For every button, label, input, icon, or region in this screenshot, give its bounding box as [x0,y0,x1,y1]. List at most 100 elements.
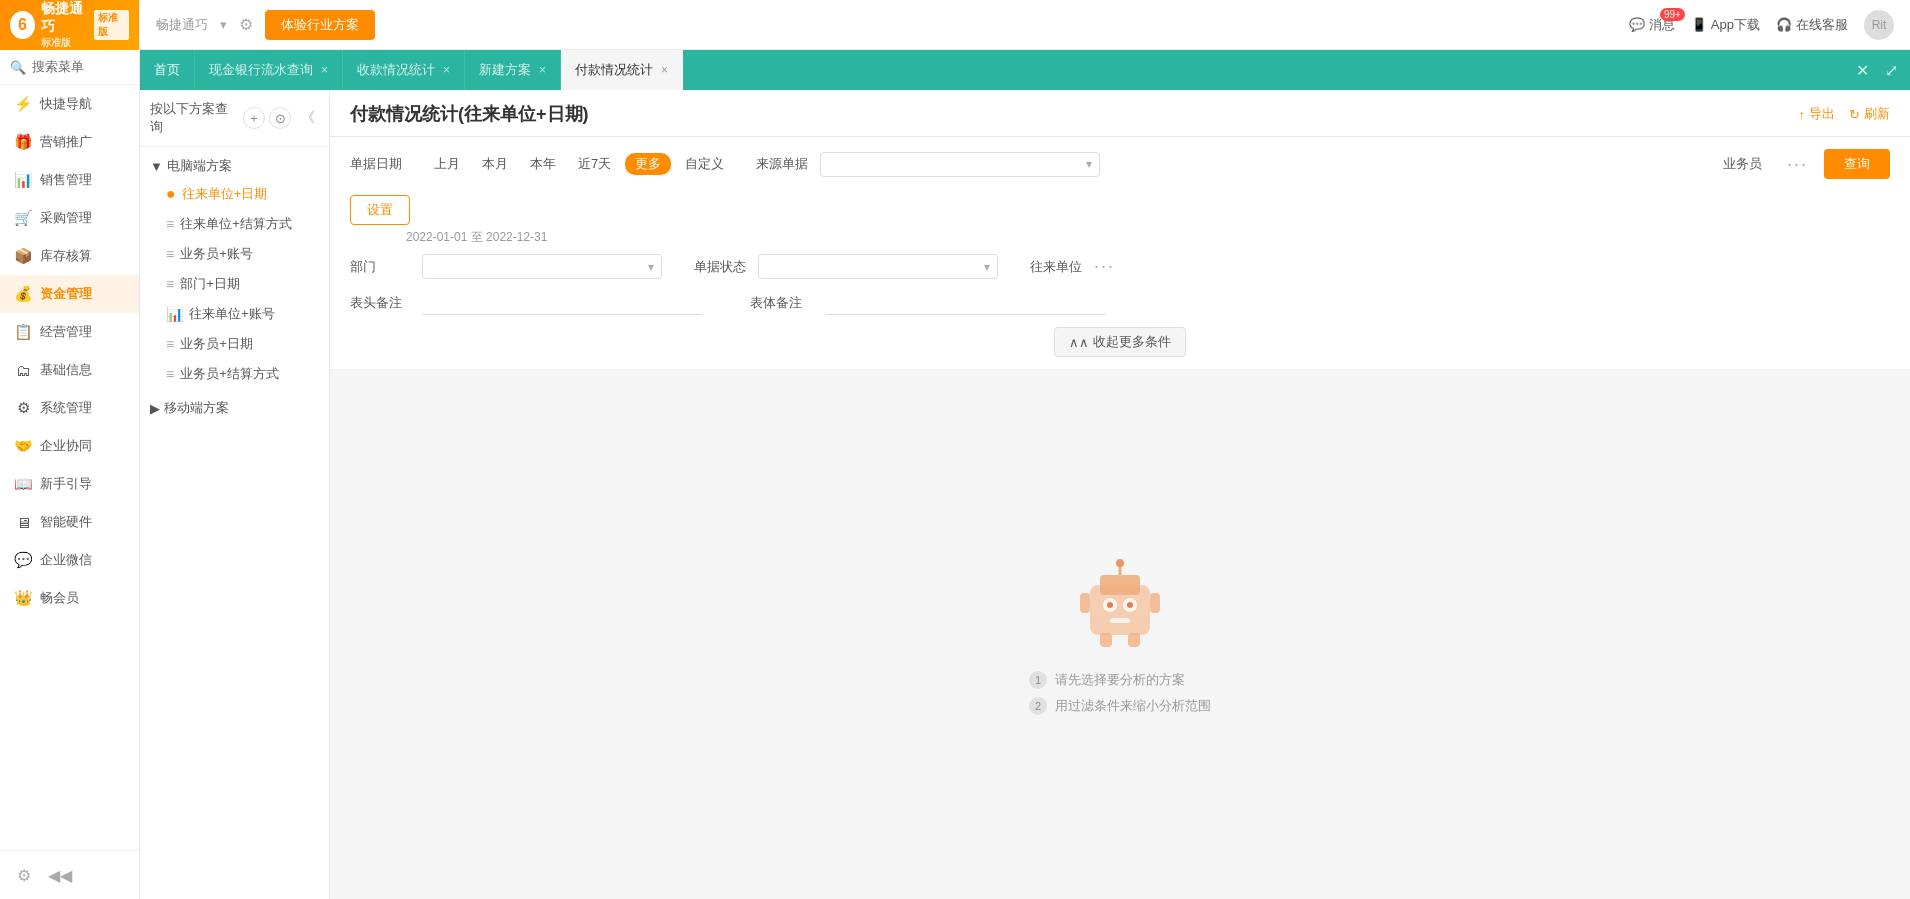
svg-point-12 [1116,559,1124,567]
sidebar-item-hardware[interactable]: 🖥 智能硬件 [0,503,139,541]
sidebar-search[interactable]: 🔍 搜索菜单 [0,50,139,85]
sidebar-item-purchase[interactable]: 🛒 采购管理 [0,199,139,237]
topbar-avatar[interactable]: Rit [1864,10,1894,40]
scheme-mobile-group[interactable]: ▶ 移动端方案 [140,395,329,421]
tip-num-1: 1 [1029,671,1047,689]
tab-payment-stats-close[interactable]: × [661,63,668,77]
scheme-item-salesman-account[interactable]: ≡ 业务员+账号 [140,239,329,269]
date-opt-more[interactable]: 更多 [625,153,671,175]
sidebar-item-label: 销售管理 [40,171,92,189]
trial-btn[interactable]: 体验行业方案 [265,10,375,40]
scheme-item-label: 业务员+账号 [180,245,253,263]
filter-table-body-note: 表体备注 [750,294,802,312]
sidebar-item-basic[interactable]: 🗂 基础信息 [0,351,139,389]
tab-bank-flow[interactable]: 现金银行流水查询 × [195,50,343,90]
chevron-right-icon: ▶ [150,401,160,416]
topbar-app-download[interactable]: 📱 App下载 [1691,16,1760,34]
scheme-add-icon[interactable]: + [243,107,265,129]
tab-receipt-stats[interactable]: 收款情况统计 × [343,50,465,90]
table-body-note-input[interactable] [826,291,1106,315]
sidebar-item-sales[interactable]: 📊 销售管理 [0,161,139,199]
scheme-item-label: 往来单位+结算方式 [180,215,292,233]
query-button[interactable]: 查询 [1824,149,1890,179]
filter-salesman: 业务员 ··· [1723,154,1808,175]
refresh-btn[interactable]: ↻ 刷新 [1849,105,1890,123]
sidebar-item-enterprise[interactable]: 🤝 企业协同 [0,427,139,465]
sidebar-item-wechat[interactable]: 💬 企业微信 [0,541,139,579]
scheme-item-counterparty-settle[interactable]: ≡ 往来单位+结算方式 [140,209,329,239]
sidebar-item-finance[interactable]: 💰 资金管理 [0,275,139,313]
sidebar-item-operation[interactable]: 📋 经营管理 [0,313,139,351]
counterparty-dots[interactable]: ··· [1094,256,1115,277]
page-header: 付款情况统计(往来单位+日期) ↑ 导出 ↻ 刷新 [330,90,1910,137]
tabbar: 首页 现金银行流水查询 × 收款情况统计 × 新建方案 × 付款情况统计 × ✕… [140,50,1910,90]
sidebar-item-quick-nav[interactable]: ⚡ 快捷导航 [0,85,139,123]
topbar-message[interactable]: 💬 消息 99+ [1629,16,1675,34]
scheme-collapse-btn[interactable]: 《 [297,107,319,129]
sidebar-item-system[interactable]: ⚙ 系统管理 [0,389,139,427]
empty-tip-2: 2 用过滤条件来缩小分析范围 [1029,697,1211,715]
scheme-item-dept-date[interactable]: ≡ 部门+日期 [140,269,329,299]
tab-new-scheme-close[interactable]: × [539,63,546,77]
scheme-item-salesman-settle[interactable]: ≡ 业务员+结算方式 [140,359,329,389]
tab-bank-flow-close[interactable]: × [321,63,328,77]
sidebar-item-inventory[interactable]: 📦 库存核算 [0,237,139,275]
tab-receipt-stats-close[interactable]: × [443,63,450,77]
topbar-service[interactable]: 🎧 在线客服 [1776,16,1848,34]
date-options: 上月 本月 本年 近7天 更多 自定义 [426,153,732,175]
doc-status-label: 单据状态 [694,258,750,276]
logo-brand: 畅捷通巧 [41,0,91,36]
date-opt-this-year[interactable]: 本年 [522,153,564,175]
sidebar-item-vip[interactable]: 👑 畅会员 [0,579,139,617]
salesman-label: 业务员 [1723,155,1779,173]
tab-close-all-icon[interactable]: ✕ [1852,61,1873,80]
topbar-settings-icon[interactable]: ⚙ [239,15,253,34]
doc-status-select[interactable] [758,254,998,279]
settings-btn[interactable]: 设置 [350,195,410,225]
tab-home[interactable]: 首页 [140,50,195,90]
date-opt-last7days[interactable]: 近7天 [570,153,619,175]
tab-new-scheme[interactable]: 新建方案 × [465,50,561,90]
search-icon: 🔍 [10,60,26,75]
collapse-sidebar-icon[interactable]: ◀◀ [46,861,74,889]
salesman-dots[interactable]: ··· [1787,154,1808,175]
sidebar-item-label: 新手引导 [40,475,92,493]
sidebar-item-marketing[interactable]: 🎁 营销推广 [0,123,139,161]
svg-point-5 [1127,602,1133,608]
empty-illustration [1060,555,1180,655]
dept-select[interactable] [422,254,662,279]
source-doc-label: 来源单据 [756,155,812,173]
sidebar-item-label: 资金管理 [40,285,92,303]
collapse-conditions-btn[interactable]: ∧∧ 收起更多条件 [1054,327,1186,357]
svg-rect-6 [1110,618,1130,623]
scheme-desktop-title[interactable]: ▼ 电脑端方案 [140,153,329,179]
scheme-item-counterparty-date[interactable]: ● 往来单位+日期 [140,179,329,209]
collapse-conditions-row: ∧∧ 收起更多条件 [350,327,1890,357]
source-doc-select[interactable] [820,152,1100,177]
sidebar-item-label: 智能硬件 [40,513,92,531]
table-header-note-label: 表头备注 [350,294,406,312]
chevron-down-icon: ▼ [150,159,163,174]
filter-source-doc: 来源单据 ▾ [756,152,1699,177]
empty-tip-1: 1 请先选择要分析的方案 [1029,671,1211,689]
settings-bottom-icon[interactable]: ⚙ [10,861,38,889]
sidebar-item-label: 基础信息 [40,361,92,379]
content-area: 按以下方案查询 + ⊙ 《 ▼ 电脑端方案 ● 往来单位+日期 ≡ 往 [140,90,1910,899]
scheme-settings-icon[interactable]: ⊙ [269,107,291,129]
message-badge: 99+ [1660,8,1685,21]
tab-payment-stats[interactable]: 付款情况统计 × [561,50,683,90]
topbar-dropdown[interactable]: ▾ [220,17,227,32]
sidebar-item-guide[interactable]: 📖 新手引导 [0,465,139,503]
logo-sub: 标准版 [41,36,91,50]
scheme-item-label: 部门+日期 [180,275,240,293]
tab-expand-icon[interactable]: ⤢ [1881,61,1902,80]
date-opt-custom[interactable]: 自定义 [677,153,732,175]
sidebar-search-label: 搜索菜单 [32,58,84,76]
date-opt-this-month[interactable]: 本月 [474,153,516,175]
table-header-note-input[interactable] [422,291,702,315]
empty-state: 1 请先选择要分析的方案 2 用过滤条件来缩小分析范围 [1029,555,1211,715]
scheme-item-counterparty-account[interactable]: 📊 往来单位+账号 [140,299,329,329]
scheme-item-salesman-date[interactable]: ≡ 业务员+日期 [140,329,329,359]
export-btn[interactable]: ↑ 导出 [1799,105,1836,123]
date-opt-last-month[interactable]: 上月 [426,153,468,175]
